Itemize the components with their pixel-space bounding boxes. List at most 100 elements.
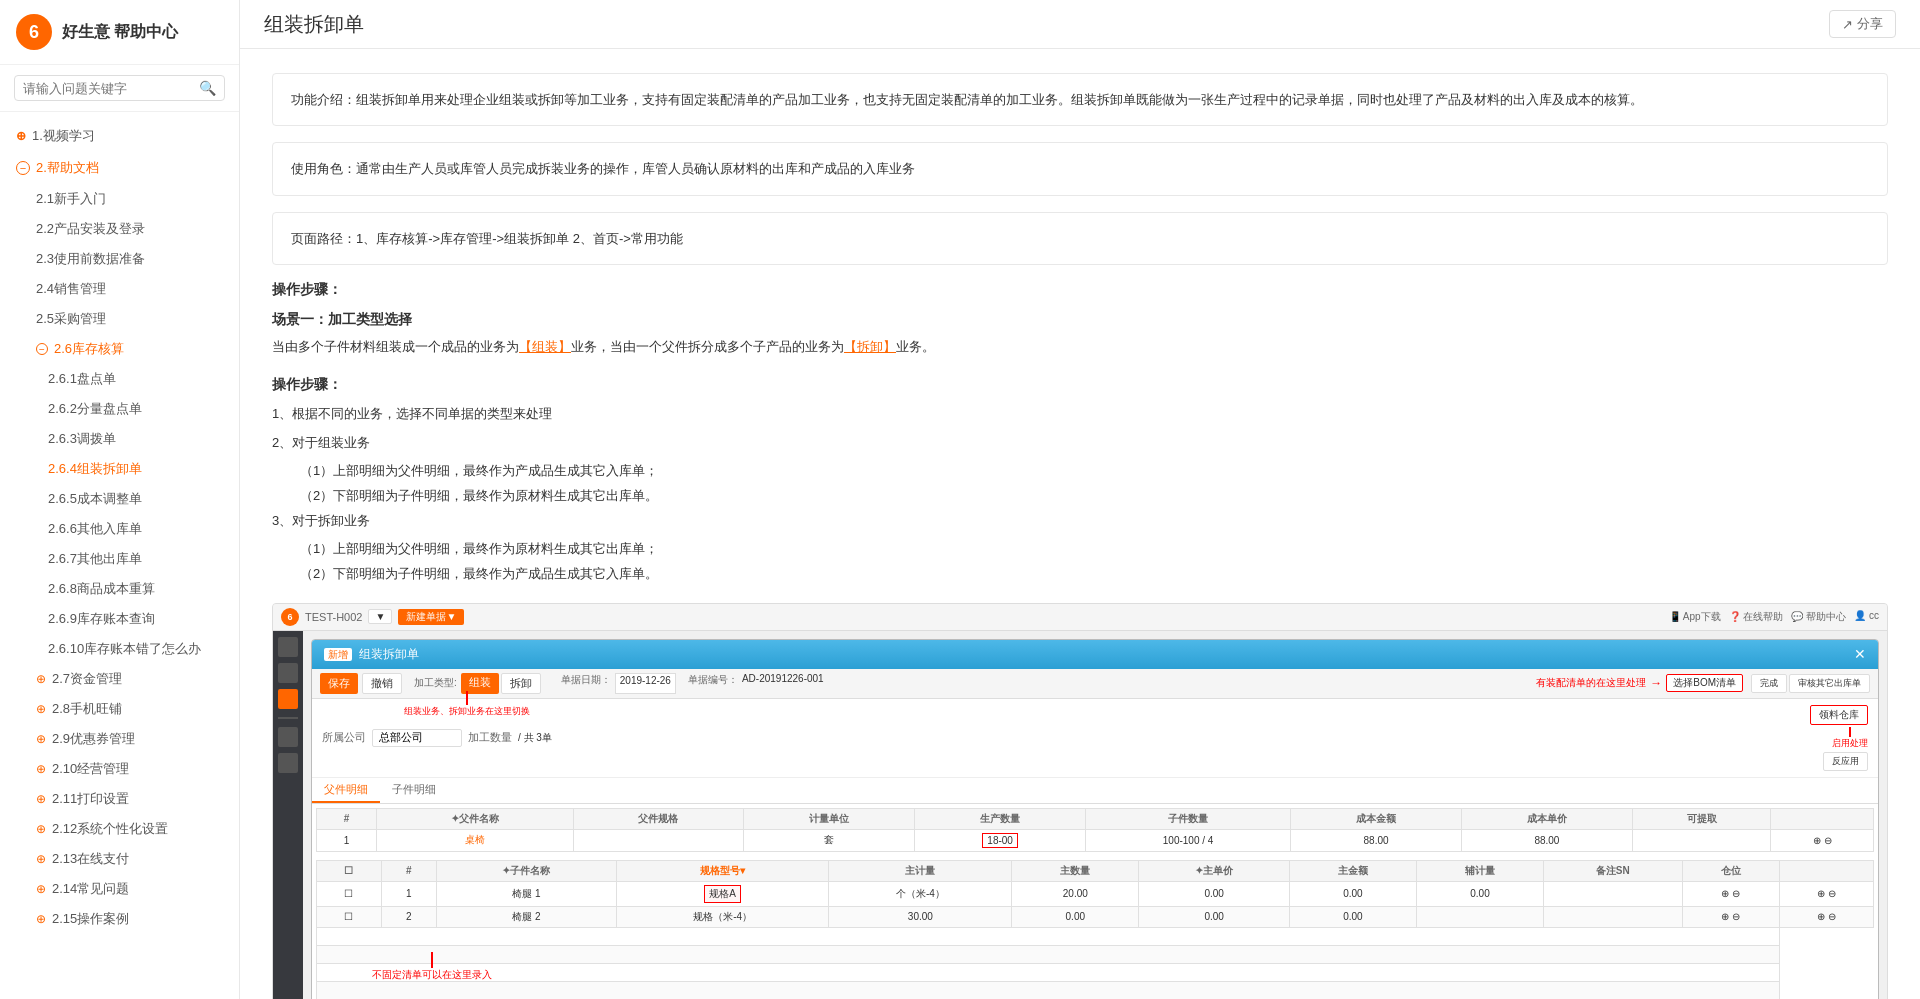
annotation2: 组装业务、拆卸业务在这里切换: [404, 691, 530, 718]
annotation1-area: 有装配清单的在这里处理 → 选择BOM清单 完成 审核其它出库单: [1536, 673, 1870, 694]
cancel-btn[interactable]: 撤销: [362, 673, 402, 694]
sidebar-item-faq[interactable]: ⊕2.14常见问题: [0, 874, 239, 904]
nav-icon2: [278, 663, 298, 683]
td-cost-amt1: 88.00: [1291, 829, 1462, 851]
date-label: 单据日期：: [561, 673, 611, 694]
org-input[interactable]: [372, 729, 462, 747]
help-icon: ❓ 在线帮助: [1729, 610, 1784, 624]
screenshot-container: 6 TEST-H002 ▼ 新建单据▼ 📱 App下载 ❓ 在线帮助 💬 帮助中…: [272, 603, 1888, 999]
logo-area: 6 好生意 帮助中心: [0, 0, 239, 65]
sidebar-item-adjust[interactable]: 2.6.3调拨单: [48, 424, 239, 454]
annotation3-area: 领料仓库 启用处理 反应用: [1810, 705, 1868, 771]
spec-input1[interactable]: 规格A: [704, 885, 741, 903]
parent-table-area: # ✦父件名称 父件规格 计量单位 生产数量 子件数量 成本金额 成本单价 可提: [312, 804, 1878, 856]
sidebar-item-other-out[interactable]: 2.6.7其他出库单: [48, 544, 239, 574]
sidebar-item-custom[interactable]: ⊕2.12系统个性化设置: [0, 814, 239, 844]
plus-small-icon6: ⊕: [36, 822, 46, 836]
scenario1-intro: 当由多个子件材料组装成一个成品的业务为【组装】业务，当由一个父件拆分成多个子产品…: [272, 335, 1888, 360]
sidebar-item-online-pay[interactable]: ⊕2.13在线支付: [0, 844, 239, 874]
sidebar-item-inventory[interactable]: − 2.6库存核算: [0, 334, 239, 364]
sidebar-item-cases[interactable]: ⊕2.15操作案例: [0, 904, 239, 934]
th-op: [1771, 808, 1874, 829]
sidebar-item-stocktake[interactable]: 2.6.1盘点单: [48, 364, 239, 394]
ctd-empty6: [317, 981, 1780, 999]
plus-icon: ⊕: [16, 129, 26, 143]
sidebar-item-purchase[interactable]: 2.5采购管理: [0, 304, 239, 334]
dialog-area: 新增 组装拆卸单 ✕ 保存 撤销 加工类型:: [303, 631, 1887, 999]
cth-spec: 规格型号▾: [617, 860, 829, 881]
tab-child[interactable]: 子件明细: [380, 778, 448, 803]
sidebar-item-cost-adj[interactable]: 2.6.5成本调整单: [48, 484, 239, 514]
search-input[interactable]: [23, 81, 199, 96]
sidebar-item-other-in[interactable]: 2.6.6其他入库单: [48, 514, 239, 544]
sidebar-item-coupon[interactable]: ⊕2.9优惠券管理: [0, 724, 239, 754]
ctd-qty2: 0.00: [1012, 906, 1139, 927]
ctd-amt2: 0.00: [1289, 906, 1416, 927]
annotation4-line: [431, 952, 433, 968]
enable-input[interactable]: 领料仓库: [1810, 705, 1868, 725]
share-button[interactable]: ↗ 分享: [1829, 10, 1896, 38]
sidebar-item-data[interactable]: 2.3使用前数据准备: [0, 244, 239, 274]
tab-parent[interactable]: 父件明细: [312, 778, 380, 803]
th-cost-price: 成本单价: [1462, 808, 1633, 829]
plus-small-icon: ⊕: [36, 672, 46, 686]
search-icon[interactable]: 🔍: [199, 80, 216, 96]
nav-icon1: [278, 637, 298, 657]
sidebar-item-assembly[interactable]: 2.6.4组装拆卸单: [48, 454, 239, 484]
page-title: 组装拆卸单: [264, 11, 364, 38]
table-row: [317, 927, 1874, 945]
th-seq: #: [317, 808, 377, 829]
qty-label: 加工数量: [468, 730, 512, 745]
annotation4: 不固定清单可以在这里录入: [372, 952, 492, 982]
sidebar-item-cost-calc[interactable]: 2.6.8商品成本重算: [48, 574, 239, 604]
ctd-empty4: [317, 945, 1780, 963]
sidebar-item-stock-error[interactable]: 2.6.10库存账本错了怎么办: [48, 634, 239, 664]
disassemble-text: 【拆卸】: [844, 339, 896, 354]
sidebar-item-ops[interactable]: ⊕2.10经营管理: [0, 754, 239, 784]
td-extract1: [1632, 829, 1771, 851]
complete-btn[interactable]: 完成: [1751, 674, 1787, 693]
approve-btn[interactable]: 审核其它出库单: [1789, 674, 1870, 693]
ctd-spec2: 规格（米-4）: [617, 906, 829, 927]
minus-circle-icon: −: [16, 161, 30, 175]
plus-small-icon5: ⊕: [36, 792, 46, 806]
save-btn[interactable]: 保存: [320, 673, 358, 694]
td-op1: ⊕ ⊖: [1771, 829, 1874, 851]
cth-pos: 仓位: [1682, 860, 1779, 881]
cth-name: ✦子件名称: [436, 860, 616, 881]
annotation2-line: [466, 691, 468, 705]
close-icon[interactable]: ✕: [1854, 646, 1866, 662]
app-main: 新增 组装拆卸单 ✕ 保存 撤销 加工类型:: [273, 631, 1887, 999]
sidebar-item-stock-check[interactable]: 2.6.9库存账本查询: [48, 604, 239, 634]
app-logo-icon: 6: [16, 14, 52, 50]
nav-icon4: [278, 727, 298, 747]
prod-qty-input[interactable]: 18-00: [982, 833, 1018, 848]
apply-btn[interactable]: 反应用: [1823, 752, 1868, 771]
sidebar-item-partial[interactable]: 2.6.2分量盘点单: [48, 394, 239, 424]
sidebar-item-sales[interactable]: 2.4销售管理: [0, 274, 239, 304]
dropdown-selector: ▼: [368, 609, 392, 624]
sidebar-item-mobile[interactable]: ⊕2.8手机旺铺: [0, 694, 239, 724]
ctd-aux2: [1416, 906, 1543, 927]
td-child-qty1: 100-100 / 4: [1086, 829, 1291, 851]
ctd-op2: ⊕ ⊖: [1780, 906, 1874, 927]
bom-btn[interactable]: 选择BOM清单: [1666, 674, 1743, 692]
sidebar-item-help[interactable]: − 2.帮助文档: [0, 152, 239, 184]
table-row: [317, 981, 1874, 999]
th-parent-spec: 父件规格: [573, 808, 744, 829]
table-row: [317, 963, 1874, 981]
sidebar-item-video[interactable]: ⊕ 1.视频学习: [0, 120, 239, 152]
sidebar-item-newbie[interactable]: 2.1新手入门: [0, 184, 239, 214]
sidebar-item-print[interactable]: ⊕2.11打印设置: [0, 784, 239, 814]
role-text: 使用角色：通常由生产人员或库管人员完成拆装业务的操作，库管人员确认原材料的出库和…: [291, 161, 915, 176]
plus-small-icon2: ⊕: [36, 702, 46, 716]
td-cost-price1: 88.00: [1462, 829, 1633, 851]
step2-sub1: （1）上部明细为父件明细，最终作为产成品生成其它入库单；: [272, 459, 1888, 484]
sidebar-item-finance[interactable]: ⊕2.7资金管理: [0, 664, 239, 694]
sidebar-item-install[interactable]: 2.2产品安装及登录: [0, 214, 239, 244]
table-row: [317, 945, 1874, 963]
ctd-aux1: 0.00: [1416, 881, 1543, 906]
top-bar: 组装拆卸单 ↗ 分享: [240, 0, 1920, 49]
plus-small-icon8: ⊕: [36, 882, 46, 896]
nav-sub-items-inventory: 2.6.1盘点单 2.6.2分量盘点单 2.6.3调拨单 2.6.4组装拆卸单 …: [0, 364, 239, 664]
